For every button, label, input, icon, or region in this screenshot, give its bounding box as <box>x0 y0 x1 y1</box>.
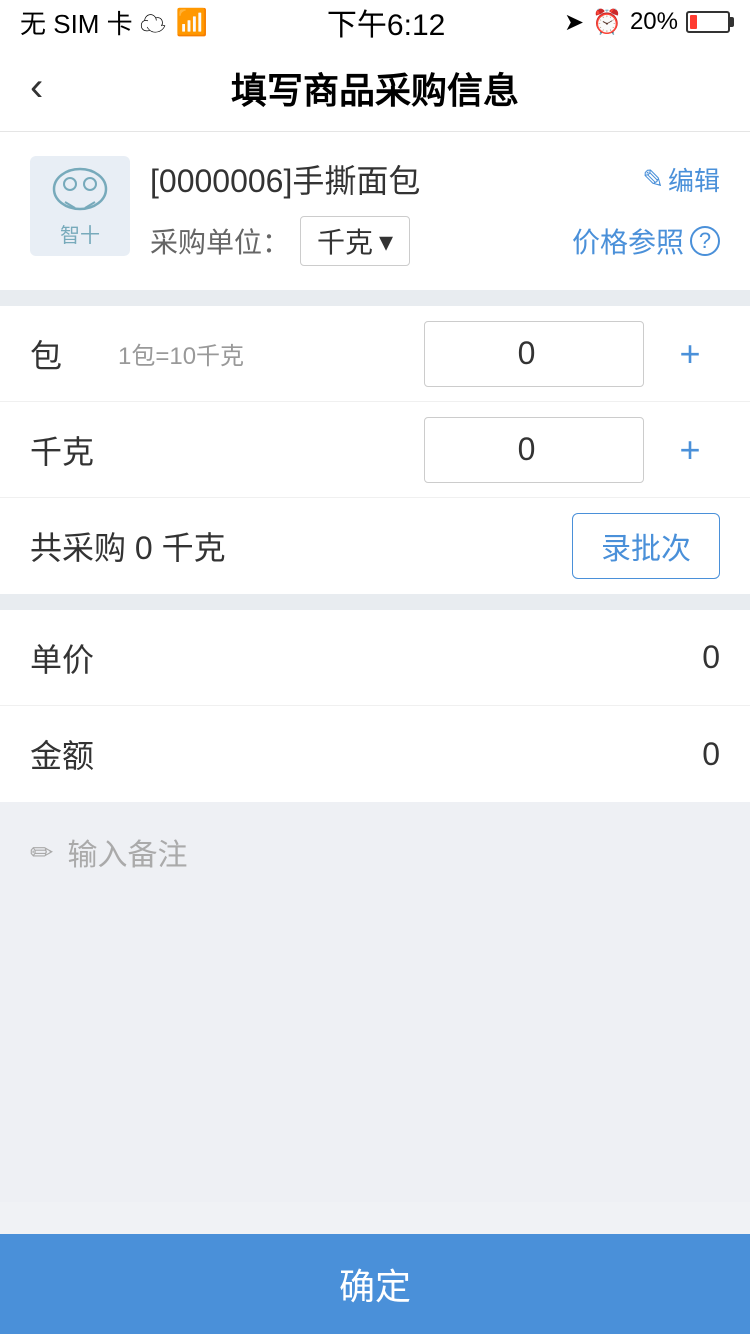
scroll-content: 智十 [0000006]手撕面包 ✎ 编辑 采购单位： 千克 <box>0 132 750 1234</box>
summary-unit: 千克 <box>162 530 226 566</box>
location-icon: ➤ <box>564 8 584 37</box>
pencil-icon: ✏ <box>30 836 53 869</box>
kg-plus-button[interactable]: + <box>660 420 720 480</box>
amount-row: 金额 0 <box>0 706 750 802</box>
status-time: 下午6:12 <box>327 0 445 44</box>
bag-plus-button[interactable]: + <box>660 324 720 384</box>
remark-placeholder: 输入备注 <box>67 830 187 874</box>
price-ref-label: 价格参照 <box>572 221 684 261</box>
divider-1 <box>0 290 750 306</box>
product-thumbnail: 智十 <box>30 156 130 256</box>
edit-button[interactable]: ✎ 编辑 <box>642 161 720 198</box>
bag-quantity-input[interactable] <box>424 321 644 387</box>
unit-select[interactable]: 千克 ▾ <box>300 216 410 266</box>
unit-label: 采购单位： <box>150 221 290 261</box>
amount-label: 金额 <box>30 731 94 777</box>
unit-price-label: 单价 <box>30 635 94 681</box>
unit-row: 采购单位： 千克 ▾ 价格参照 ? <box>150 216 720 266</box>
alarm-icon: ⏰ <box>592 8 622 37</box>
bag-label: 包 <box>30 331 110 377</box>
kg-input-field: + <box>110 417 720 483</box>
input-section: 包 1包=10千克 + 千克 + <box>0 306 750 498</box>
thumb-brand: 智十 <box>50 224 110 248</box>
kg-plus-icon: + <box>679 429 700 471</box>
unit-value: 千克 <box>317 221 373 261</box>
summary-amount: 0 <box>135 530 162 566</box>
unit-price-value: 0 <box>702 639 720 676</box>
battery-percent: 20% <box>630 8 678 36</box>
product-info: [0000006]手撕面包 ✎ 编辑 采购单位： 千克 ▾ <box>150 156 720 266</box>
price-ref-help-icon: ? <box>690 226 720 256</box>
kg-label: 千克 <box>30 427 110 473</box>
summary-prefix: 共采购 <box>30 530 126 566</box>
amount-value: 0 <box>702 736 720 773</box>
nav-bar: ‹ 填写商品采购信息 <box>0 44 750 132</box>
status-bar: 无 SIM 卡 ☁ 📶 下午6:12 ➤ ⏰ 20% <box>0 0 750 44</box>
status-right: ➤ ⏰ 20% <box>564 8 730 37</box>
back-icon: ‹ <box>30 65 43 110</box>
bag-input-field: + <box>244 321 720 387</box>
page-title: 填写商品采购信息 <box>231 62 519 114</box>
kg-quantity-input[interactable] <box>424 417 644 483</box>
summary-row: 共采购 0 千克 录批次 <box>0 498 750 594</box>
product-card: 智十 [0000006]手撕面包 ✎ 编辑 采购单位： 千克 <box>0 132 750 290</box>
battery-icon <box>686 11 730 33</box>
unit-price-row: 单价 0 <box>0 610 750 706</box>
price-ref-button[interactable]: 价格参照 ? <box>572 221 720 261</box>
empty-space <box>0 902 750 1202</box>
kg-input-row: 千克 + <box>0 402 750 498</box>
bag-sublabel: 1包=10千克 <box>118 336 244 371</box>
product-name: [0000006]手撕面包 <box>150 156 420 202</box>
bag-plus-icon: + <box>679 333 700 375</box>
edit-label: 编辑 <box>668 161 720 198</box>
battery-fill <box>690 15 697 29</box>
product-name-row: [0000006]手撕面包 ✎ 编辑 <box>150 156 720 202</box>
dropdown-icon: ▾ <box>379 225 393 258</box>
status-left: 无 SIM 卡 ☁ 📶 <box>20 4 208 41</box>
summary-text: 共采购 0 千克 <box>30 523 226 569</box>
product-thumb-text: 智十 <box>50 164 110 248</box>
wifi-icon: 📶 <box>176 7 208 38</box>
bag-input-row: 包 1包=10千克 + <box>0 306 750 402</box>
unit-selector-group: 采购单位： 千克 ▾ <box>150 216 410 266</box>
sim-label: 无 SIM 卡 ☁ <box>20 4 166 41</box>
page-wrapper: 无 SIM 卡 ☁ 📶 下午6:12 ➤ ⏰ 20% ‹ 填写商品采购信息 <box>0 0 750 1334</box>
back-button[interactable]: ‹ <box>30 65 43 110</box>
batch-button[interactable]: 录批次 <box>572 513 720 579</box>
divider-2 <box>0 594 750 610</box>
remark-section[interactable]: ✏ 输入备注 <box>0 802 750 902</box>
price-section: 单价 0 金额 0 <box>0 610 750 802</box>
confirm-button[interactable]: 确定 <box>0 1234 750 1334</box>
edit-icon: ✎ <box>642 164 664 195</box>
